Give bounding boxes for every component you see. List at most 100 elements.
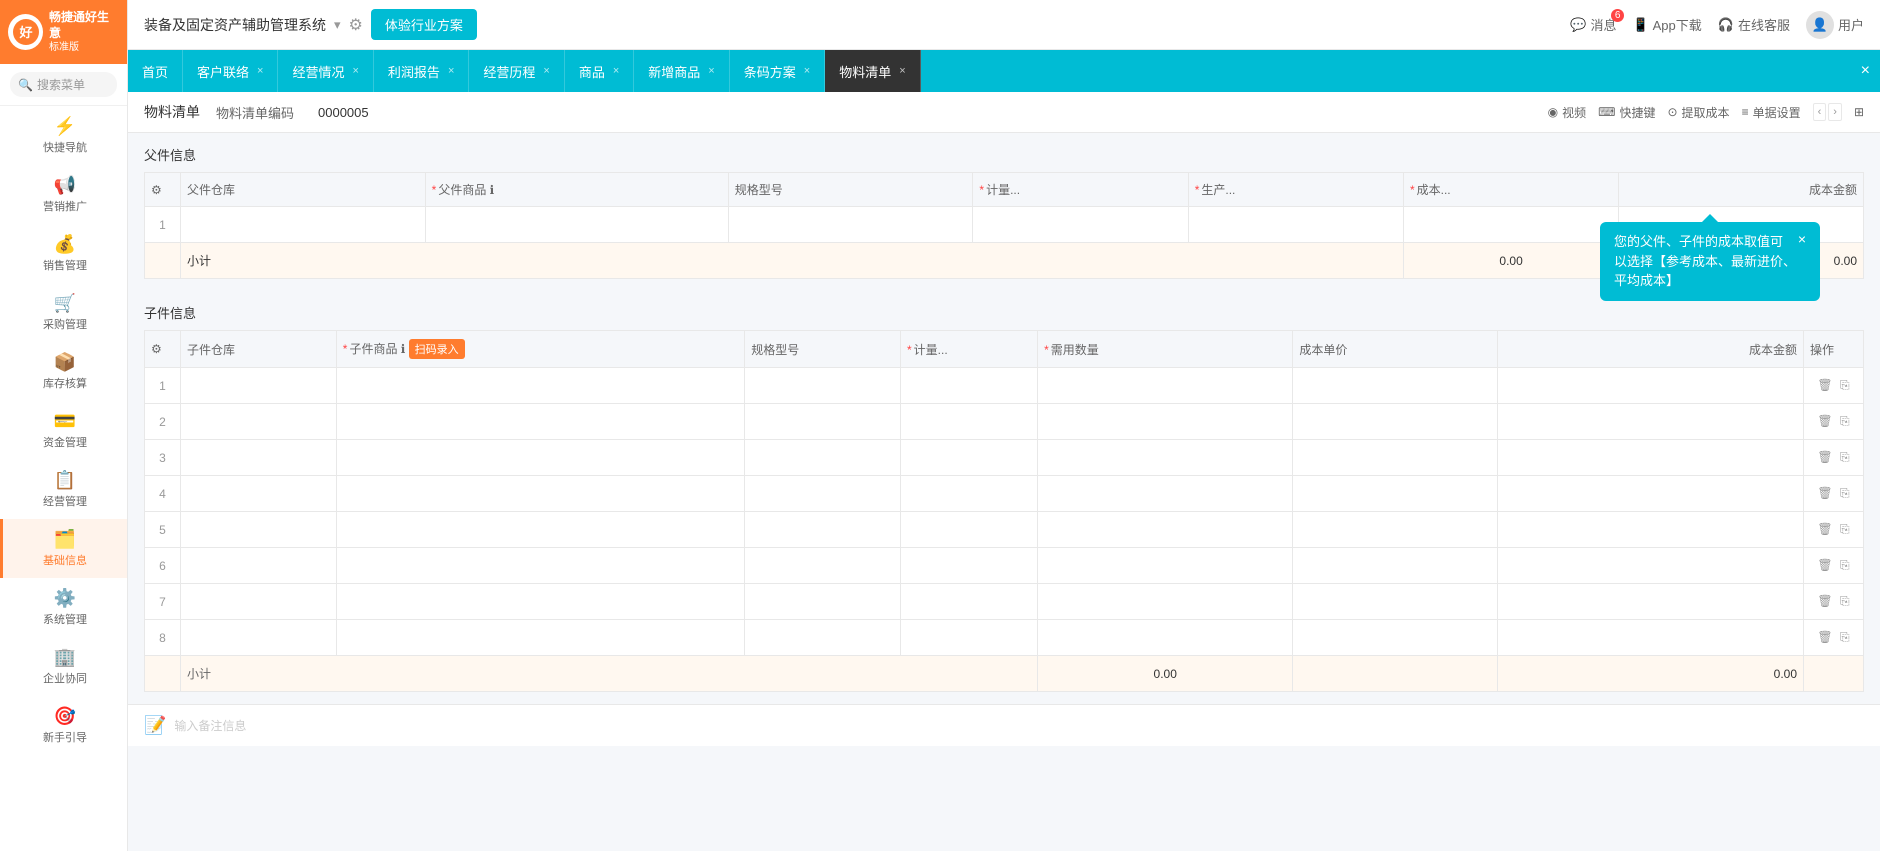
- copy-icon-2[interactable]: ⎘: [1840, 414, 1850, 428]
- child-goods-2[interactable]: [336, 404, 744, 440]
- child-qty-3[interactable]: [1038, 440, 1293, 476]
- message-btn[interactable]: 💬 消息 6: [1570, 15, 1616, 34]
- child-unit-4[interactable]: [901, 476, 1038, 512]
- child-warehouse-2[interactable]: [181, 404, 337, 440]
- tab-customer[interactable]: 客户联络×: [183, 50, 278, 92]
- child-unit-price-1[interactable]: [1293, 368, 1497, 404]
- close-all-tabs-btn[interactable]: ×: [1851, 62, 1880, 80]
- child-unit-price-4[interactable]: [1293, 476, 1497, 512]
- next-page-btn[interactable]: ›: [1828, 103, 1842, 121]
- child-col-gear[interactable]: ⚙: [145, 331, 181, 368]
- tab-close-bom[interactable]: ×: [899, 65, 905, 77]
- grid-view-btn[interactable]: ⊞: [1854, 105, 1864, 119]
- child-goods-4[interactable]: [336, 476, 744, 512]
- child-spec-3[interactable]: [745, 440, 901, 476]
- gear-icon[interactable]: ⚙: [349, 15, 363, 35]
- copy-icon-3[interactable]: ⎘: [1840, 450, 1850, 464]
- sidebar-item-quick-nav[interactable]: ⚡快捷导航: [0, 106, 127, 165]
- child-warehouse-1[interactable]: [181, 368, 337, 404]
- child-spec-6[interactable]: [745, 548, 901, 584]
- system-title-arrow[interactable]: ▾: [334, 17, 341, 33]
- delete-icon-4[interactable]: 🗑: [1817, 486, 1832, 500]
- shortcut-action[interactable]: ⌨ 快捷键: [1598, 104, 1655, 121]
- sidebar-item-enterprise[interactable]: 🏢企业协同: [0, 637, 127, 696]
- child-goods-1[interactable]: [336, 368, 744, 404]
- sidebar-item-operations[interactable]: 📋经营管理: [0, 460, 127, 519]
- tab-new-goods[interactable]: 新增商品×: [634, 50, 729, 92]
- sidebar-item-finance[interactable]: 💳资金管理: [0, 401, 127, 460]
- child-goods-6[interactable]: [336, 548, 744, 584]
- child-warehouse-5[interactable]: [181, 512, 337, 548]
- delete-icon-5[interactable]: 🗑: [1817, 522, 1832, 536]
- child-qty-5[interactable]: [1038, 512, 1293, 548]
- tab-bom[interactable]: 物料清单×: [825, 50, 920, 92]
- sidebar-item-purchase[interactable]: 🛒采购管理: [0, 283, 127, 342]
- parent-unit-cell[interactable]: [973, 207, 1188, 243]
- note-placeholder[interactable]: 输入备注信息: [174, 717, 246, 734]
- child-warehouse-4[interactable]: [181, 476, 337, 512]
- tab-close-new-goods[interactable]: ×: [708, 65, 714, 77]
- tab-close-operations[interactable]: ×: [352, 65, 358, 77]
- tooltip-close-btn[interactable]: ×: [1798, 232, 1806, 246]
- single-setting-action[interactable]: ≡ 单据设置: [1742, 104, 1801, 121]
- copy-icon-6[interactable]: ⎘: [1840, 558, 1850, 572]
- parent-spec-cell[interactable]: [728, 207, 973, 243]
- copy-icon-7[interactable]: ⎘: [1840, 594, 1850, 608]
- tab-goods[interactable]: 商品×: [565, 50, 634, 92]
- extract-cost-action[interactable]: ⊙ 提取成本: [1667, 104, 1729, 121]
- experience-btn[interactable]: 体验行业方案: [371, 9, 477, 40]
- child-qty-8[interactable]: [1038, 620, 1293, 656]
- child-unit-2[interactable]: [901, 404, 1038, 440]
- tab-close-barcode[interactable]: ×: [804, 65, 810, 77]
- child-unit-price-3[interactable]: [1293, 440, 1497, 476]
- online-service-btn[interactable]: 🎧 在线客服: [1718, 15, 1790, 34]
- delete-icon-2[interactable]: 🗑: [1817, 414, 1832, 428]
- child-qty-2[interactable]: [1038, 404, 1293, 440]
- child-unit-1[interactable]: [901, 368, 1038, 404]
- tab-profit[interactable]: 利润报告×: [374, 50, 469, 92]
- delete-icon-1[interactable]: 🗑: [1817, 378, 1832, 392]
- child-unit-price-2[interactable]: [1293, 404, 1497, 440]
- parent-col-gear[interactable]: ⚙: [145, 173, 181, 207]
- sidebar-item-newbie[interactable]: 🎯新手引导: [0, 696, 127, 755]
- child-unit-price-5[interactable]: [1293, 512, 1497, 548]
- tab-history[interactable]: 经营历程×: [469, 50, 564, 92]
- sidebar-item-sales[interactable]: 💰销售管理: [0, 224, 127, 283]
- child-spec-4[interactable]: [745, 476, 901, 512]
- delete-icon-7[interactable]: 🗑: [1817, 594, 1832, 608]
- user-area[interactable]: 👤 用户: [1806, 11, 1864, 39]
- prev-page-btn[interactable]: ‹: [1813, 103, 1827, 121]
- sidebar-item-basic-info[interactable]: 🗂️基础信息: [0, 519, 127, 578]
- child-warehouse-3[interactable]: [181, 440, 337, 476]
- child-spec-5[interactable]: [745, 512, 901, 548]
- child-unit-price-8[interactable]: [1293, 620, 1497, 656]
- tab-operations[interactable]: 经营情况×: [278, 50, 373, 92]
- child-spec-8[interactable]: [745, 620, 901, 656]
- page-breadcrumb[interactable]: 物料清单: [144, 102, 200, 122]
- sidebar-search-area[interactable]: 🔍 搜索菜单: [0, 64, 127, 106]
- child-unit-7[interactable]: [901, 584, 1038, 620]
- sidebar-item-inventory[interactable]: 📦库存核算: [0, 342, 127, 401]
- delete-icon-8[interactable]: 🗑: [1817, 630, 1832, 644]
- view-action[interactable]: ◉ 视频: [1548, 104, 1587, 121]
- copy-icon-8[interactable]: ⎘: [1840, 630, 1850, 644]
- copy-icon-4[interactable]: ⎘: [1840, 486, 1850, 500]
- sidebar-item-system[interactable]: ⚙️系统管理: [0, 578, 127, 637]
- child-spec-1[interactable]: [745, 368, 901, 404]
- child-goods-7[interactable]: [336, 584, 744, 620]
- copy-icon-5[interactable]: ⎘: [1840, 522, 1850, 536]
- child-spec-7[interactable]: [745, 584, 901, 620]
- child-unit-6[interactable]: [901, 548, 1038, 584]
- child-unit-3[interactable]: [901, 440, 1038, 476]
- parent-warehouse-cell[interactable]: [181, 207, 426, 243]
- child-goods-3[interactable]: [336, 440, 744, 476]
- app-download-btn[interactable]: 📱 App下载: [1632, 15, 1701, 34]
- parent-prod-cell[interactable]: [1188, 207, 1403, 243]
- child-qty-6[interactable]: [1038, 548, 1293, 584]
- tab-barcode[interactable]: 条码方案×: [730, 50, 825, 92]
- child-qty-7[interactable]: [1038, 584, 1293, 620]
- child-unit-price-6[interactable]: [1293, 548, 1497, 584]
- parent-cost-cell[interactable]: [1403, 207, 1618, 243]
- child-unit-8[interactable]: [901, 620, 1038, 656]
- tab-close-profit[interactable]: ×: [448, 65, 454, 77]
